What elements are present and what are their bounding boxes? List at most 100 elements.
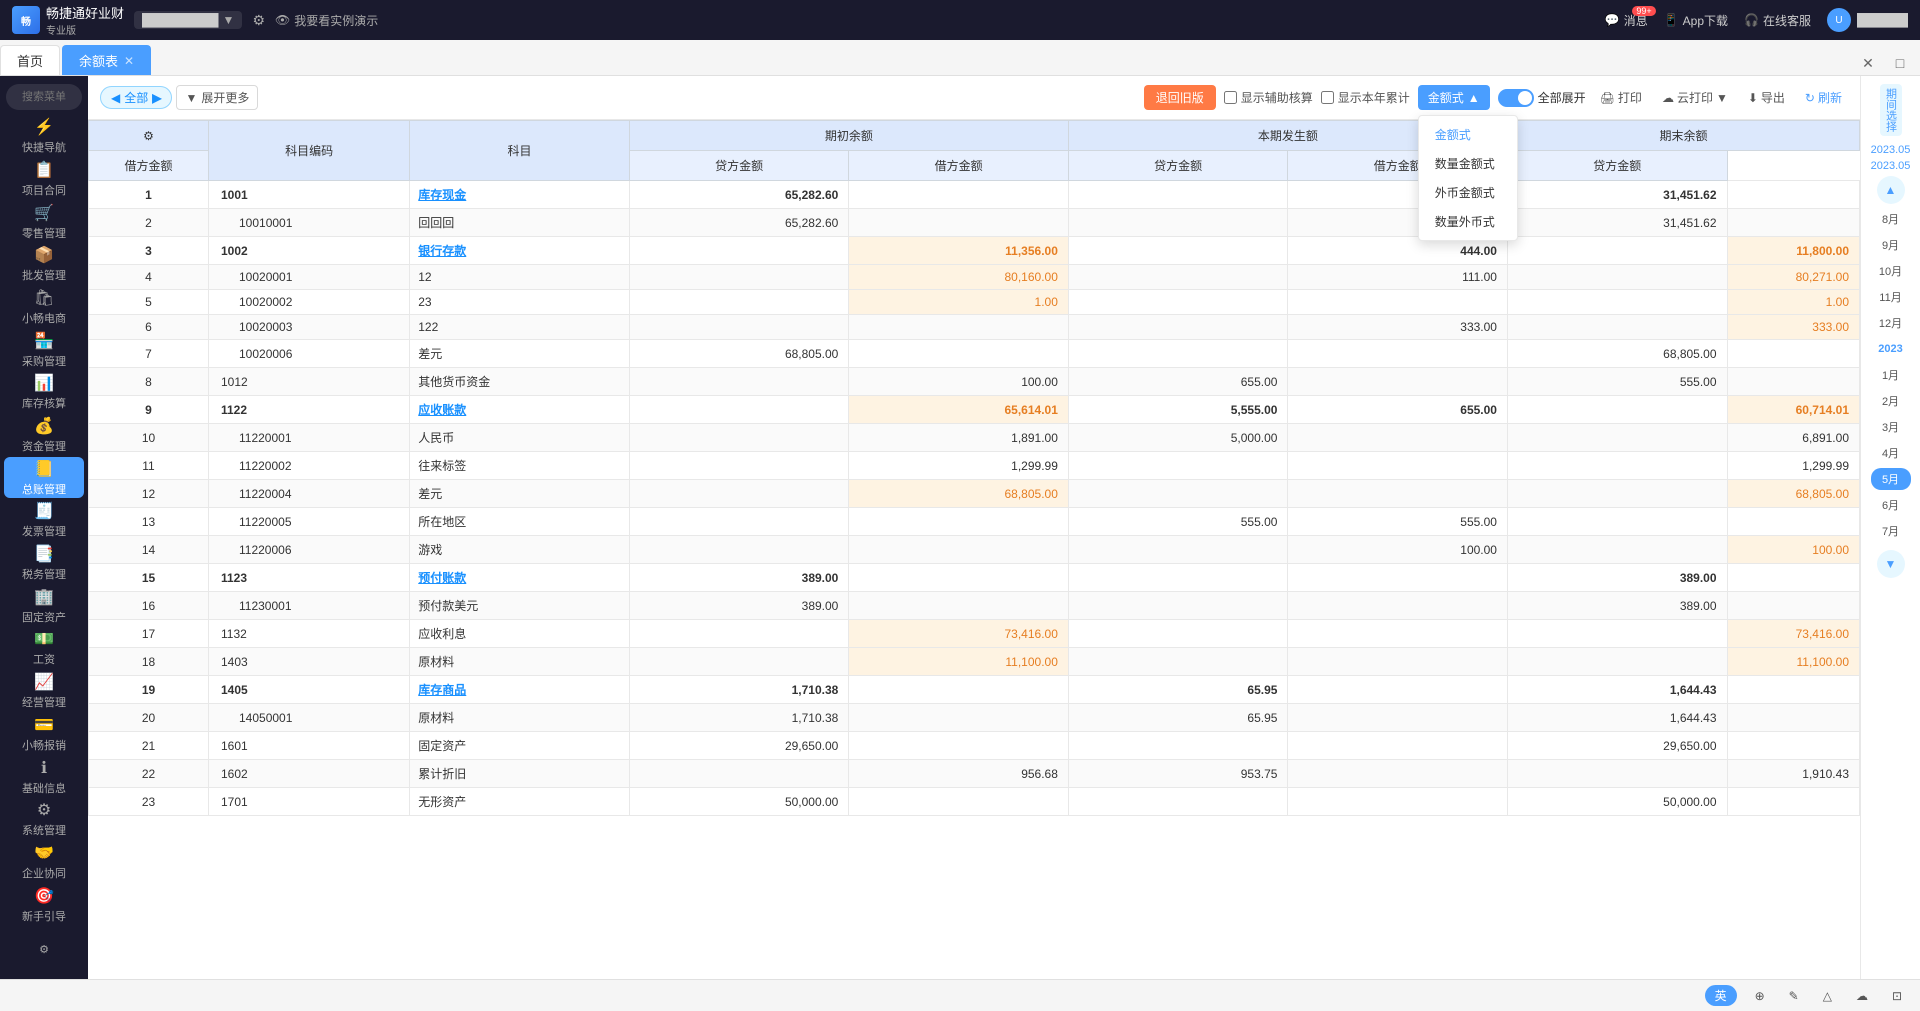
- return-old-btn[interactable]: 退回旧版: [1144, 85, 1216, 110]
- mode-option-qty-foreign[interactable]: 数量外币式: [1419, 207, 1517, 236]
- td-name[interactable]: 23: [410, 290, 630, 315]
- sidebar-item-collab[interactable]: 🤝 企业协同: [4, 842, 84, 883]
- user-area[interactable]: U ██████: [1827, 8, 1908, 32]
- td-name[interactable]: 回回回: [410, 209, 630, 237]
- td-name[interactable]: 其他货币资金: [410, 368, 630, 396]
- sidebar-item-assets[interactable]: 🏢 固定资产: [4, 585, 84, 626]
- refresh-btn[interactable]: ↻ 刷新: [1799, 86, 1848, 109]
- td-name[interactable]: 固定资产: [410, 732, 630, 760]
- sidebar-item-wholesale[interactable]: 📦 批发管理: [4, 244, 84, 285]
- export-btn[interactable]: ⬇ 导出: [1742, 86, 1791, 109]
- bottom-add-btn[interactable]: ⊕: [1749, 987, 1771, 1005]
- td-name[interactable]: 所在地区: [410, 508, 630, 536]
- td-name[interactable]: 库存现金: [410, 181, 630, 209]
- td-name[interactable]: 往来标签: [410, 452, 630, 480]
- mode-btn[interactable]: 金额式 ▲: [1418, 85, 1490, 110]
- sidebar-item-system[interactable]: ⚙ 系统管理: [4, 799, 84, 840]
- td-debit_curr: [1068, 452, 1288, 480]
- sidebar-item-project[interactable]: 📋 项目合同: [4, 159, 84, 200]
- th-settings[interactable]: ⚙: [89, 121, 209, 151]
- period-9[interactable]: 9月: [1871, 234, 1911, 256]
- td-name[interactable]: 差元: [410, 480, 630, 508]
- period-4[interactable]: 4月: [1871, 442, 1911, 464]
- panel-down-btn[interactable]: ▼: [1877, 550, 1905, 578]
- bottom-grid-btn[interactable]: ⊡: [1886, 987, 1908, 1005]
- sidebar-item-inventory[interactable]: 📊 库存核算: [4, 372, 84, 413]
- sidebar-item-invoice[interactable]: 🧾 发票管理: [4, 500, 84, 541]
- tab-expand-btn[interactable]: □: [1888, 51, 1912, 75]
- company-select[interactable]: █████████ ▼: [134, 11, 242, 29]
- period-11[interactable]: 11月: [1871, 286, 1911, 308]
- td-name[interactable]: 原材料: [410, 648, 630, 676]
- sidebar-settings-btn[interactable]: ⚙: [4, 927, 84, 971]
- period-2[interactable]: 2月: [1871, 390, 1911, 412]
- td-name[interactable]: 库存商品: [410, 676, 630, 704]
- period-7[interactable]: 7月: [1871, 520, 1911, 542]
- auxiliary-check[interactable]: [1224, 91, 1237, 104]
- expand-all-toggle[interactable]: 全部展开: [1498, 89, 1586, 107]
- lang-btn[interactable]: 英: [1705, 985, 1737, 1006]
- bottom-cloud-btn[interactable]: ☁: [1850, 987, 1874, 1005]
- sidebar-item-retail[interactable]: 🛒 零售管理: [4, 201, 84, 242]
- td-name[interactable]: 应收利息: [410, 620, 630, 648]
- td-name[interactable]: 预付账款: [410, 564, 630, 592]
- td-name[interactable]: 预付款美元: [410, 592, 630, 620]
- period-12[interactable]: 12月: [1871, 312, 1911, 334]
- period-10[interactable]: 10月: [1871, 260, 1911, 282]
- cloud-print-btn[interactable]: ☁ 云打印 ▼: [1656, 86, 1734, 109]
- sidebar-item-quicknav[interactable]: ⚡ 快捷导航: [4, 116, 84, 157]
- td-name[interactable]: 应收账款: [410, 396, 630, 424]
- sidebar-item-expense[interactable]: 💳 小畅报销: [4, 714, 84, 755]
- period-date-1[interactable]: 2023.05: [1871, 144, 1911, 156]
- ytd-check[interactable]: [1321, 91, 1334, 104]
- sidebar-item-capital[interactable]: 💰 资金管理: [4, 415, 84, 456]
- td-name[interactable]: 累计折旧: [410, 760, 630, 788]
- td-name[interactable]: 无形资产: [410, 788, 630, 816]
- breadcrumb-all[interactable]: ◀ 全部 ▶: [100, 86, 172, 109]
- print-btn[interactable]: 🖨 打印: [1594, 86, 1648, 109]
- search-input[interactable]: [6, 84, 82, 110]
- settings-icon[interactable]: ⚙: [252, 12, 265, 29]
- td-name[interactable]: 12: [410, 265, 630, 290]
- mode-option-amount[interactable]: 金额式: [1419, 120, 1517, 149]
- td-name[interactable]: 差元: [410, 340, 630, 368]
- period-date-2[interactable]: 2023.05: [1871, 160, 1911, 172]
- tab-close-icon[interactable]: ✕: [124, 54, 134, 68]
- sidebar-item-tax[interactable]: 📑 税务管理: [4, 543, 84, 584]
- bottom-upload-btn[interactable]: △: [1817, 987, 1838, 1005]
- td-name[interactable]: 原材料: [410, 704, 630, 732]
- period-6[interactable]: 6月: [1871, 494, 1911, 516]
- td-name[interactable]: 122: [410, 315, 630, 340]
- td-name[interactable]: 银行存款: [410, 237, 630, 265]
- sidebar-item-payroll[interactable]: 💵 工资: [4, 628, 84, 669]
- period-8[interactable]: 8月: [1871, 208, 1911, 230]
- period-5[interactable]: 5月: [1871, 468, 1911, 490]
- show-auxiliary-checkbox[interactable]: 显示辅助核算: [1224, 89, 1313, 106]
- sidebar-item-newbie[interactable]: 🎯 新手引导: [4, 884, 84, 925]
- period-3[interactable]: 3月: [1871, 416, 1911, 438]
- online-service-btn[interactable]: 🎧 在线客服: [1744, 12, 1811, 29]
- app-download-btn[interactable]: 📱 App下载: [1664, 12, 1728, 29]
- sidebar-item-purchase[interactable]: 🏪 采购管理: [4, 329, 84, 370]
- expand-more-btn[interactable]: ▼ 展开更多: [176, 85, 258, 110]
- sidebar-item-basic[interactable]: ℹ 基础信息: [4, 756, 84, 797]
- demo-link[interactable]: 👁 我要看实例演示: [275, 12, 378, 29]
- show-ytd-checkbox[interactable]: 显示本年累计: [1321, 89, 1410, 106]
- period-title[interactable]: 期间选择: [1880, 84, 1902, 136]
- sidebar-item-ledger[interactable]: 📒 总账管理: [4, 457, 84, 498]
- mode-option-qty-amount[interactable]: 数量金额式: [1419, 149, 1517, 178]
- tab-balance[interactable]: 余额表 ✕: [62, 45, 151, 75]
- sidebar-item-operations[interactable]: 📈 经营管理: [4, 671, 84, 712]
- tab-collapse-btn[interactable]: ✕: [1856, 51, 1880, 75]
- message-btn[interactable]: 💬 消息 99+: [1605, 12, 1648, 29]
- period-1[interactable]: 1月: [1871, 364, 1911, 386]
- td-name[interactable]: 游戏: [410, 536, 630, 564]
- tab-home[interactable]: 首页: [0, 45, 60, 75]
- period-year-2023[interactable]: 2023: [1871, 338, 1911, 360]
- sidebar-item-ecommerce[interactable]: 🛍 小畅电商: [4, 287, 84, 328]
- td-name[interactable]: 人民币: [410, 424, 630, 452]
- panel-up-btn[interactable]: ▲: [1877, 176, 1905, 204]
- toggle-switch[interactable]: [1498, 89, 1534, 107]
- mode-option-foreign-amount[interactable]: 外币金额式: [1419, 178, 1517, 207]
- bottom-edit-btn[interactable]: ✎: [1783, 987, 1805, 1005]
